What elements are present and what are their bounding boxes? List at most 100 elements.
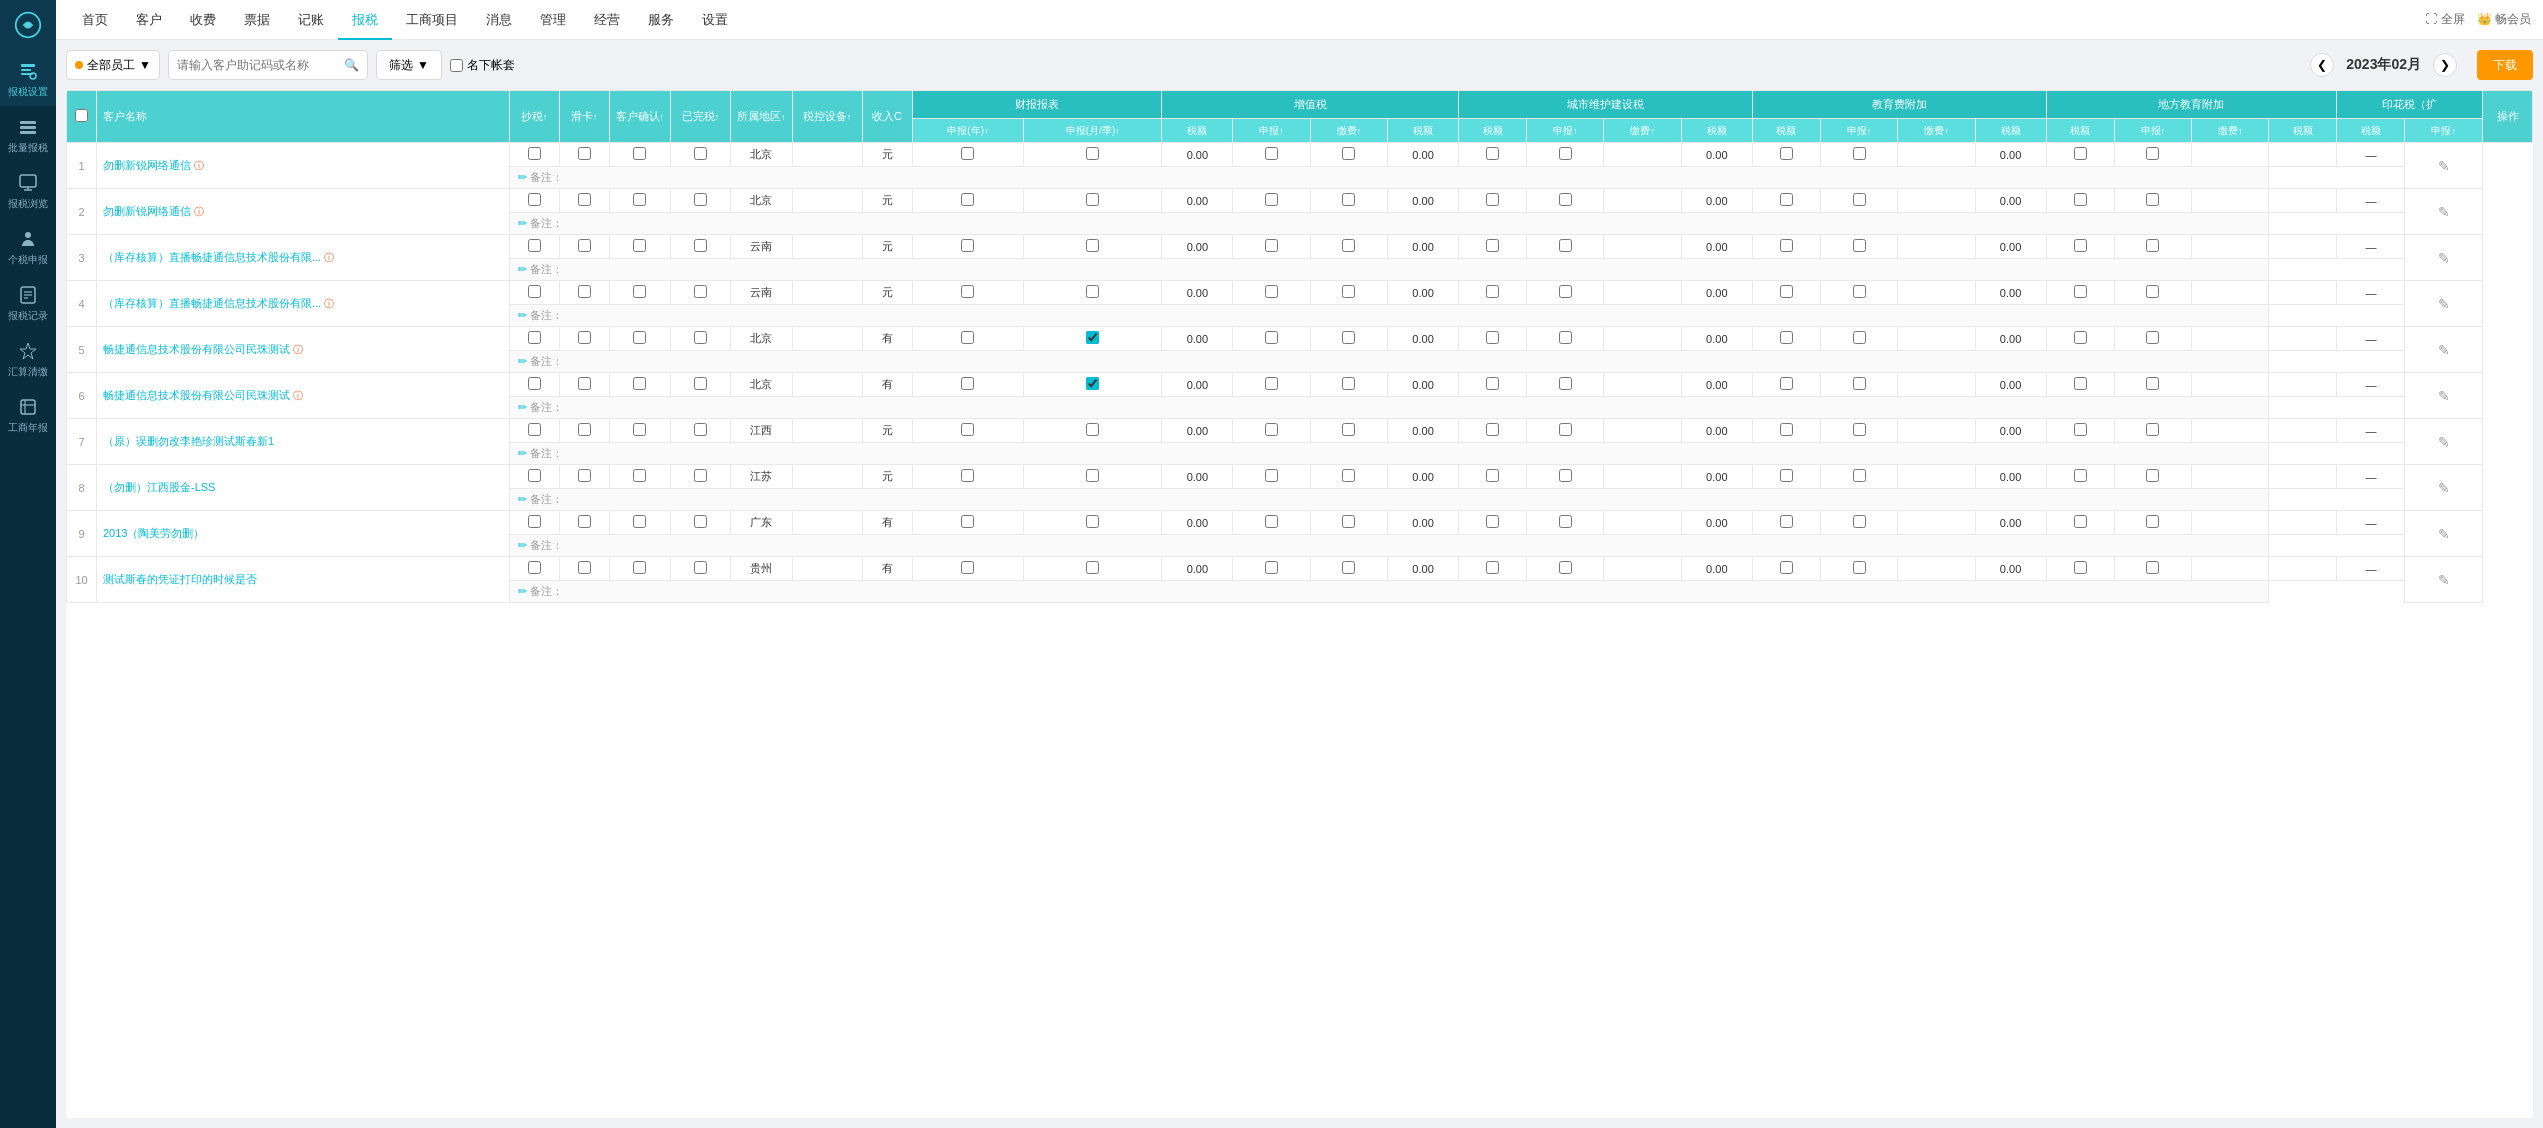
city-declare-cb-2[interactable] (1486, 239, 1499, 252)
edu-declare-cb-9[interactable] (1780, 561, 1793, 574)
local-declare-cb-5[interactable] (2074, 377, 2087, 390)
vat-fee-cb-2[interactable] (1342, 239, 1355, 252)
local-declare-cb-2[interactable] (2074, 239, 2087, 252)
edit-button-6[interactable]: ✎ (2438, 434, 2450, 450)
sidebar-item-batch-tax[interactable]: 批量报税 (0, 106, 56, 162)
nav-manage[interactable]: 管理 (526, 0, 580, 40)
nav-message[interactable]: 消息 (472, 0, 526, 40)
next-month-button[interactable]: ❯ (2433, 53, 2457, 77)
city-fee-cb-2[interactable] (1559, 239, 1572, 252)
edu-fee-cb-7[interactable] (1853, 469, 1866, 482)
swipe-card-cb-5[interactable] (578, 377, 591, 390)
local-fee-cb-6[interactable] (2146, 423, 2159, 436)
paid-tax-cb-7[interactable] (694, 469, 707, 482)
edit-button-2[interactable]: ✎ (2438, 250, 2450, 266)
financial-month-cb-1[interactable] (1086, 193, 1099, 206)
vat-declare-cb-5[interactable] (1265, 377, 1278, 390)
edit-button-3[interactable]: ✎ (2438, 296, 2450, 312)
client-confirm-cb-8[interactable] (633, 515, 646, 528)
city-fee-cb-6[interactable] (1559, 423, 1572, 436)
financial-month-cb-3[interactable] (1086, 285, 1099, 298)
financial-year-cb-3[interactable] (961, 285, 974, 298)
vat-declare-cb-4[interactable] (1265, 331, 1278, 344)
paid-tax-cb-8[interactable] (694, 515, 707, 528)
nav-operation[interactable]: 经营 (580, 0, 634, 40)
local-declare-cb-8[interactable] (2074, 515, 2087, 528)
local-fee-cb-0[interactable] (2146, 147, 2159, 160)
named-accounts-checkbox-label[interactable]: 名下帐套 (450, 57, 515, 74)
member-btn[interactable]: 👑 畅会员 (2477, 11, 2531, 28)
nav-invoice[interactable]: 票据 (230, 0, 284, 40)
city-fee-cb-5[interactable] (1559, 377, 1572, 390)
edu-fee-cb-9[interactable] (1853, 561, 1866, 574)
vat-fee-cb-9[interactable] (1342, 561, 1355, 574)
local-fee-cb-2[interactable] (2146, 239, 2159, 252)
client-confirm-cb-9[interactable] (633, 561, 646, 574)
local-declare-cb-6[interactable] (2074, 423, 2087, 436)
edu-fee-cb-2[interactable] (1853, 239, 1866, 252)
edit-button-5[interactable]: ✎ (2438, 388, 2450, 404)
sidebar-item-settlement[interactable]: 汇算清缴 (0, 330, 56, 386)
edu-declare-cb-0[interactable] (1780, 147, 1793, 160)
copy-tax-cb-4[interactable] (528, 331, 541, 344)
financial-year-cb-8[interactable] (961, 515, 974, 528)
main-table-container[interactable]: 客户名称 抄税↑ 滑卡↑ 客户确认↑ 已完税↑ 所属地区↑ 税控设备↑ 收入C … (66, 90, 2533, 1118)
vat-fee-cb-5[interactable] (1342, 377, 1355, 390)
vat-declare-cb-0[interactable] (1265, 147, 1278, 160)
edu-declare-cb-3[interactable] (1780, 285, 1793, 298)
copy-tax-cb-6[interactable] (528, 423, 541, 436)
sidebar-item-annual-report[interactable]: 工商年报 (0, 386, 56, 442)
client-confirm-cb-3[interactable] (633, 285, 646, 298)
city-fee-cb-0[interactable] (1559, 147, 1572, 160)
named-accounts-checkbox[interactable] (450, 59, 463, 72)
vat-fee-cb-3[interactable] (1342, 285, 1355, 298)
local-declare-cb-4[interactable] (2074, 331, 2087, 344)
vat-declare-cb-3[interactable] (1265, 285, 1278, 298)
swipe-card-cb-7[interactable] (578, 469, 591, 482)
local-declare-cb-9[interactable] (2074, 561, 2087, 574)
vat-fee-cb-8[interactable] (1342, 515, 1355, 528)
vat-fee-cb-4[interactable] (1342, 331, 1355, 344)
financial-year-cb-1[interactable] (961, 193, 974, 206)
edu-declare-cb-6[interactable] (1780, 423, 1793, 436)
edu-fee-cb-3[interactable] (1853, 285, 1866, 298)
city-fee-cb-3[interactable] (1559, 285, 1572, 298)
edu-fee-cb-8[interactable] (1853, 515, 1866, 528)
copy-tax-cb-9[interactable] (528, 561, 541, 574)
vat-declare-cb-9[interactable] (1265, 561, 1278, 574)
local-fee-cb-1[interactable] (2146, 193, 2159, 206)
vat-fee-cb-7[interactable] (1342, 469, 1355, 482)
financial-year-cb-5[interactable] (961, 377, 974, 390)
local-declare-cb-3[interactable] (2074, 285, 2087, 298)
financial-year-cb-2[interactable] (961, 239, 974, 252)
city-fee-cb-7[interactable] (1559, 469, 1572, 482)
swipe-card-cb-2[interactable] (578, 239, 591, 252)
employee-filter-select[interactable]: 全部员工 ▼ (66, 50, 160, 80)
copy-tax-cb-3[interactable] (528, 285, 541, 298)
edit-button-9[interactable]: ✎ (2438, 572, 2450, 588)
local-fee-cb-7[interactable] (2146, 469, 2159, 482)
local-fee-cb-9[interactable] (2146, 561, 2159, 574)
city-declare-cb-9[interactable] (1486, 561, 1499, 574)
edit-button-4[interactable]: ✎ (2438, 342, 2450, 358)
select-all-checkbox[interactable] (75, 109, 88, 122)
city-fee-cb-9[interactable] (1559, 561, 1572, 574)
prev-month-button[interactable]: ❮ (2310, 53, 2334, 77)
financial-year-cb-6[interactable] (961, 423, 974, 436)
swipe-card-cb-0[interactable] (578, 147, 591, 160)
vat-declare-cb-1[interactable] (1265, 193, 1278, 206)
copy-tax-cb-1[interactable] (528, 193, 541, 206)
copy-tax-cb-2[interactable] (528, 239, 541, 252)
city-declare-cb-3[interactable] (1486, 285, 1499, 298)
swipe-card-cb-1[interactable] (578, 193, 591, 206)
financial-month-cb-5[interactable] (1086, 377, 1099, 390)
edit-button-1[interactable]: ✎ (2438, 204, 2450, 220)
client-confirm-cb-6[interactable] (633, 423, 646, 436)
edu-declare-cb-4[interactable] (1780, 331, 1793, 344)
vat-fee-cb-0[interactable] (1342, 147, 1355, 160)
city-declare-cb-8[interactable] (1486, 515, 1499, 528)
edu-fee-cb-0[interactable] (1853, 147, 1866, 160)
nav-bookkeeping[interactable]: 记账 (284, 0, 338, 40)
financial-month-cb-4[interactable] (1086, 331, 1099, 344)
vat-declare-cb-6[interactable] (1265, 423, 1278, 436)
